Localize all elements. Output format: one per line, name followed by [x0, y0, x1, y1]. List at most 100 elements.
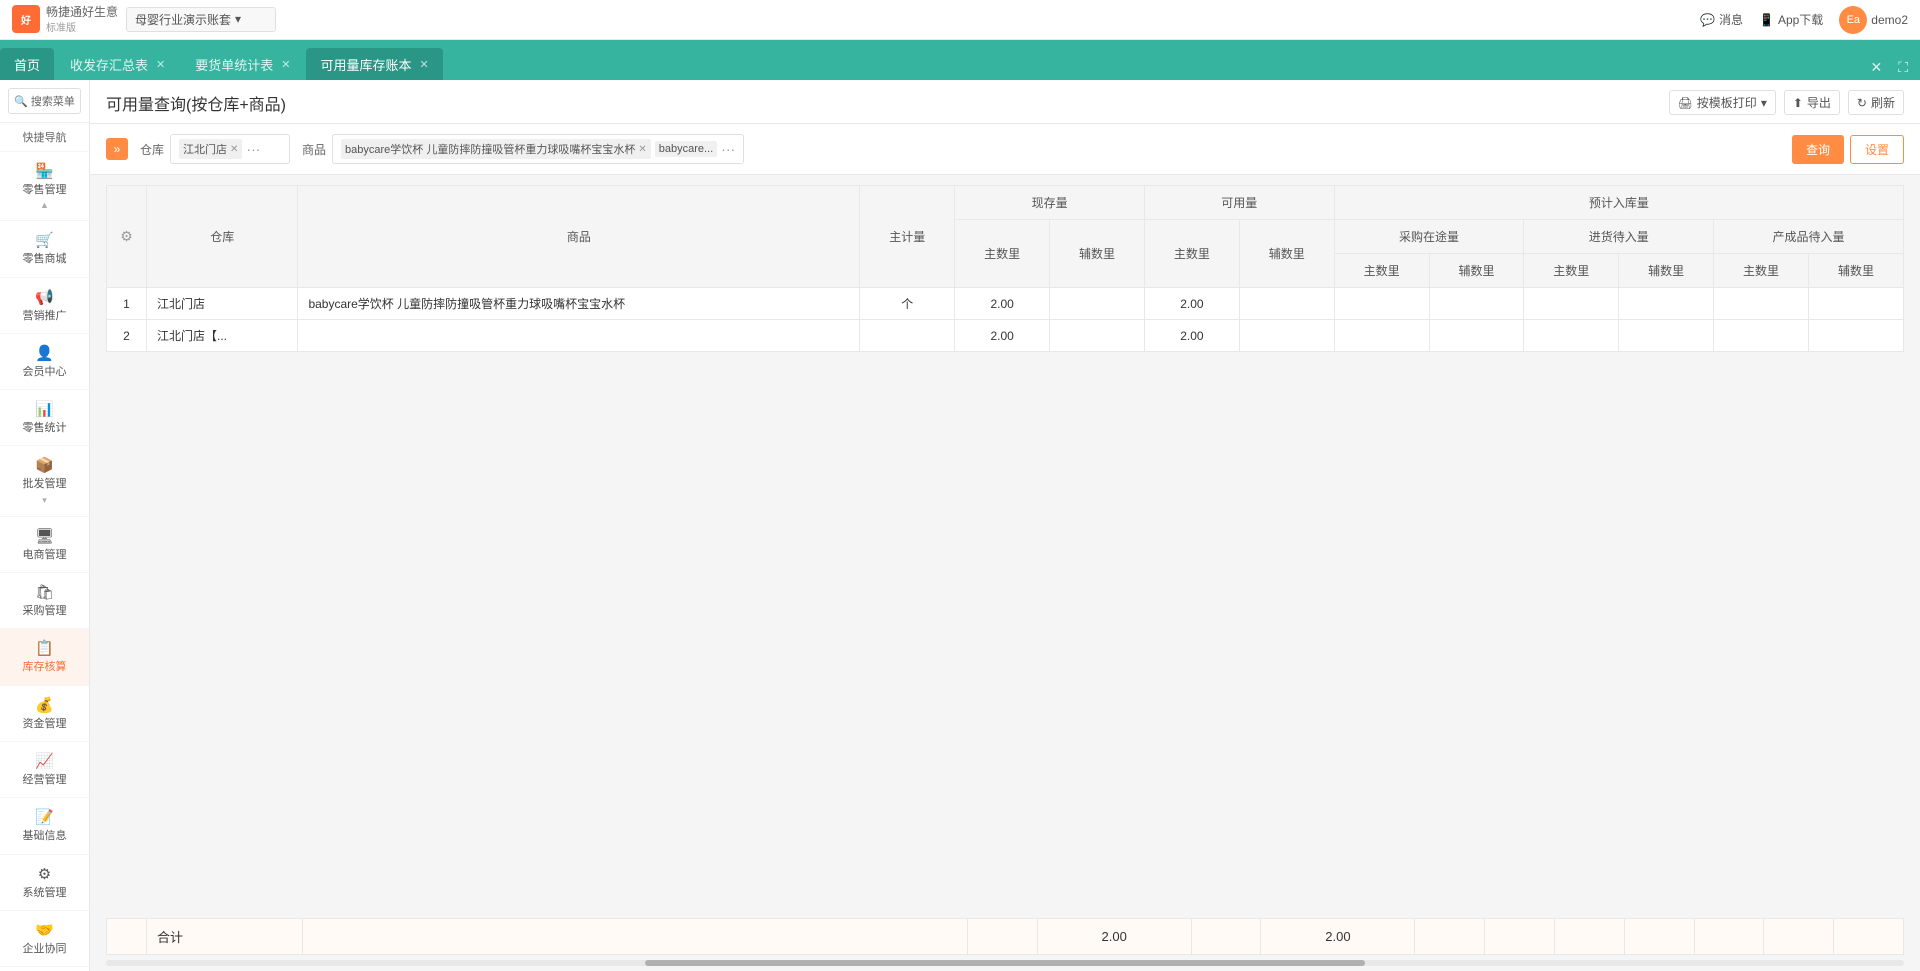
- mall-icon: 🛒: [35, 231, 54, 249]
- product-tag-close-1[interactable]: ✕: [638, 144, 646, 155]
- print-template-btn[interactable]: 🖨 按模板打印 ▾: [1669, 90, 1776, 115]
- message-icon: 💬: [1700, 13, 1715, 27]
- logo-sub: 标准版: [46, 19, 118, 34]
- settings-col-header[interactable]: ⚙: [107, 186, 147, 288]
- filter-bar: » 仓库 江北门店 ✕ ··· 商品 babycare学饮杯 儿童防摔防撞吸管杯…: [90, 124, 1920, 175]
- stock-main-cell: 2.00: [955, 288, 1050, 320]
- sidebar: 🔍 搜索菜单 快捷导航 🏪 零售管理 ▲ 🛒 零售商城 📢 营销推广 👤 会员中…: [0, 80, 90, 971]
- filter-expand-btn[interactable]: »: [106, 138, 128, 160]
- sidebar-item-ecommerce[interactable]: 🖥 电商管理: [0, 517, 89, 573]
- sidebar-item-collab[interactable]: 🤝 企业协同: [0, 911, 89, 967]
- sidebar-item-member[interactable]: 👤 会员中心: [0, 334, 89, 390]
- collab-icon: 🤝: [35, 921, 54, 939]
- product-tag-2: babycare...: [655, 141, 717, 157]
- app-download-btn[interactable]: 📱 App下载: [1759, 11, 1823, 28]
- sidebar-item-zero-mall[interactable]: 🛒 零售商城: [0, 221, 89, 277]
- top-bar: 好 畅捷通好生意 标准版 母婴行业演示账套 ▾ 💬 消息 📱 App下载 Ea …: [0, 0, 1920, 40]
- page-title: 可用量查询(按仓库+商品): [106, 91, 286, 115]
- incoming-sub-cell: [1619, 320, 1714, 352]
- sidebar-item-basic[interactable]: 📝 基础信息: [0, 798, 89, 854]
- warehouse-tag-close[interactable]: ✕: [230, 144, 238, 155]
- sidebar-item-newbie[interactable]: 🚀 新手引导: [0, 967, 89, 971]
- warehouse-label: 仓库: [140, 141, 164, 158]
- unit-cell: 个: [860, 288, 955, 320]
- purchase-main-cell: [1334, 320, 1429, 352]
- available-main-cell: 2.00: [1144, 320, 1239, 352]
- product-more-icon[interactable]: ···: [721, 141, 735, 157]
- template-selector-label: 母婴行业演示账套: [135, 11, 231, 28]
- available-main-cell: 2.00: [1144, 288, 1239, 320]
- quick-nav-btn[interactable]: 快捷导航: [0, 123, 89, 152]
- tab-order-stats[interactable]: 要货单统计表 ✕: [181, 48, 304, 80]
- member-icon: 👤: [35, 344, 54, 362]
- nav-tabs: 首页 收发存汇总表 ✕ 要货单统计表 ✕ 可用量库存账本 ✕ ✕ ⛶: [0, 40, 1920, 80]
- tab-collect-summary[interactable]: 收发存汇总表 ✕: [56, 48, 179, 80]
- chevron-icon: ▲: [40, 200, 49, 210]
- template-selector[interactable]: 母婴行业演示账套 ▾: [126, 7, 276, 32]
- settings-btn[interactable]: 设置: [1850, 135, 1904, 164]
- production-sub-header: 辅数里: [1808, 254, 1903, 288]
- tab-home[interactable]: 首页: [0, 48, 54, 80]
- export-btn[interactable]: ⬆ 导出: [1784, 90, 1840, 115]
- sidebar-item-ops[interactable]: 📈 经营管理: [0, 742, 89, 798]
- print-icon: 🖨: [1678, 96, 1693, 110]
- tab-available-inventory[interactable]: 可用量库存账本 ✕: [306, 48, 442, 80]
- production-main-cell: [1714, 320, 1809, 352]
- marketing-icon: 📢: [35, 288, 54, 306]
- sidebar-item-zero-stats[interactable]: 📊 零售统计: [0, 390, 89, 446]
- stock-main-header: 主数里: [955, 220, 1050, 288]
- footer-production-sub-cell: [1834, 919, 1904, 955]
- table-settings-icon[interactable]: ⚙: [120, 228, 133, 244]
- scrollbar-thumb[interactable]: [645, 960, 1364, 966]
- sidebar-item-marketing[interactable]: 📢 营销推广: [0, 278, 89, 334]
- product-input[interactable]: babycare学饮杯 儿童防摔防撞吸管杯重力球吸嘴杯宝宝水杯 ✕ babyca…: [332, 134, 744, 164]
- warehouse-cell: 江北门店: [147, 288, 298, 320]
- incoming-main-cell: [1524, 320, 1619, 352]
- close-all-btn[interactable]: ✕: [1866, 55, 1886, 80]
- stock-group-header: 现存量: [955, 186, 1145, 220]
- production-main-header: 主数里: [1714, 254, 1809, 288]
- product-col-header: 商品: [298, 186, 860, 288]
- inventory-icon: 📋: [35, 639, 54, 657]
- sidebar-item-wholesale[interactable]: 📦 批发管理 ▾: [0, 446, 89, 516]
- search-icon: 🔍: [14, 96, 28, 108]
- unit-cell: [860, 320, 955, 352]
- message-label: 消息: [1719, 11, 1743, 28]
- incoming-sub-header: 辅数里: [1619, 254, 1714, 288]
- sidebar-item-finance[interactable]: 💰 资金管理: [0, 686, 89, 742]
- fullscreen-btn[interactable]: ⛶: [1894, 55, 1912, 80]
- refresh-icon: ↻: [1857, 96, 1867, 110]
- tab-close-icon[interactable]: ✕: [156, 58, 165, 71]
- footer-table: 合计 2.00 2.00: [106, 918, 1904, 955]
- product-tag-1: babycare学饮杯 儿童防摔防撞吸管杯重力球吸嘴杯宝宝水杯 ✕: [341, 139, 651, 159]
- table-row: 2 江北门店【... 2.00 2.00: [107, 320, 1904, 352]
- incoming-sub-cell: [1619, 288, 1714, 320]
- query-btn[interactable]: 查询: [1792, 135, 1844, 164]
- purchase-icon: 🛍: [35, 583, 54, 601]
- warehouse-more-icon[interactable]: ···: [246, 141, 260, 157]
- sidebar-item-zero-retail[interactable]: 🏪 零售管理 ▲: [0, 152, 89, 221]
- refresh-btn[interactable]: ↻ 刷新: [1848, 90, 1904, 115]
- sidebar-item-inventory[interactable]: 📋 库存核算: [0, 629, 89, 685]
- footer-stock-sub-cell: [1191, 919, 1261, 955]
- message-btn[interactable]: 💬 消息: [1700, 11, 1743, 28]
- stock-sub-cell: [1050, 288, 1145, 320]
- seq-cell: 2: [107, 320, 147, 352]
- footer-available-sub-cell: [1415, 919, 1485, 955]
- incoming-group-header: 进货待入量: [1524, 220, 1714, 254]
- table-row: 1 江北门店 babycare学饮杯 儿童防摔防撞吸管杯重力球吸嘴杯宝宝水杯 个…: [107, 288, 1904, 320]
- chevron-down-icon: ▾: [235, 12, 241, 26]
- search-menu-btn[interactable]: 🔍 搜索菜单: [8, 88, 81, 114]
- warehouse-input[interactable]: 江北门店 ✕ ···: [170, 134, 290, 164]
- warehouse-cell: 江北门店【...: [147, 320, 298, 352]
- tab-close-icon[interactable]: ✕: [281, 58, 290, 71]
- warehouse-tag: 江北门店 ✕: [179, 139, 242, 159]
- purchase-group-header: 采购在途量: [1334, 220, 1524, 254]
- user-area[interactable]: Ea demo2: [1839, 6, 1908, 34]
- sidebar-item-purchase[interactable]: 🛍 采购管理: [0, 573, 89, 629]
- sidebar-item-system[interactable]: ⚙ 系统管理: [0, 855, 89, 911]
- available-sub-cell: [1239, 320, 1334, 352]
- logo-area: 好 畅捷通好生意 标准版: [12, 5, 118, 34]
- tab-close-icon[interactable]: ✕: [420, 58, 429, 71]
- footer-stock-main-cell: 2.00: [1037, 919, 1191, 955]
